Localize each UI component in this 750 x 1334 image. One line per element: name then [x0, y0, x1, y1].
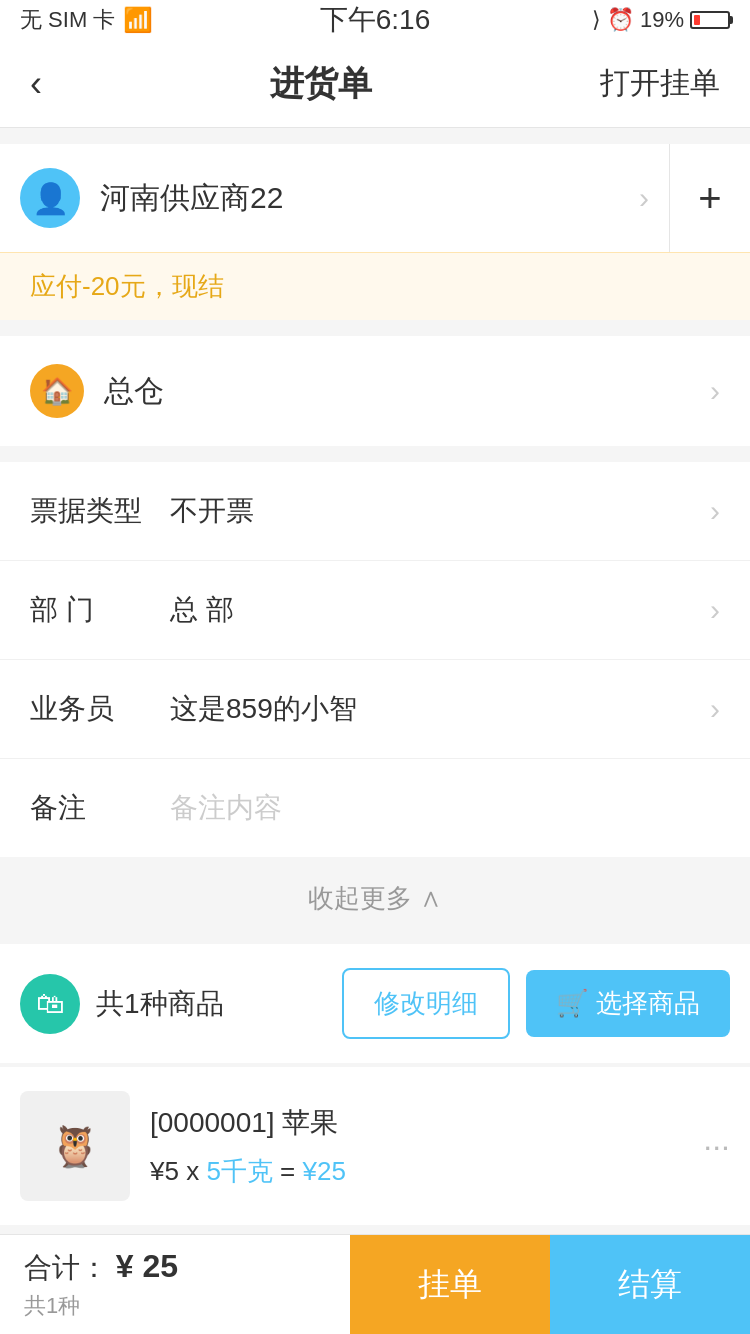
invoice-type-chevron: › [710, 494, 720, 528]
bottom-bar: 合计： ¥ 25 共1种 挂单 结算 [0, 1234, 750, 1334]
alarm-icon: ⏰ [607, 7, 634, 33]
page-title: 进货单 [270, 61, 372, 107]
department-row[interactable]: 部 门 总 部 › [0, 561, 750, 660]
products-header: 🛍 共1种商品 修改明细 🛒 选择商品 [0, 944, 750, 1063]
department-chevron: › [710, 593, 720, 627]
product-equals-symbol: = [280, 1156, 302, 1186]
status-time: 下午6:16 [320, 1, 431, 39]
nav-bar: ‹ 进货单 打开挂单 [0, 40, 750, 128]
edit-detail-button[interactable]: 修改明细 [342, 968, 510, 1039]
location-icon: ⟩ [592, 7, 601, 33]
salesperson-row[interactable]: 业务员 这是859的小智 › [0, 660, 750, 759]
status-bar: 无 SIM 卡 📶 下午6:16 ⟩ ⏰ 19% [0, 0, 750, 40]
alert-text: 应付-20元，现结 [30, 271, 224, 301]
department-label: 部 门 [30, 591, 150, 629]
product-code: [0000001] [150, 1107, 275, 1138]
remark-row[interactable]: 备注 备注内容 [0, 759, 750, 857]
cart-icon: 🛒 [556, 988, 588, 1019]
product-price: ¥5 x 5千克 = ¥25 [150, 1154, 683, 1189]
product-item: 🦉 [0000001] 苹果 ¥5 x 5千克 = ¥25 ··· [0, 1067, 750, 1225]
supplier-selector[interactable]: 👤 河南供应商22 › [0, 144, 670, 252]
supplier-avatar: 👤 [20, 168, 80, 228]
product-title: 苹果 [282, 1107, 338, 1138]
warehouse-row[interactable]: 🏠 总仓 › [0, 336, 750, 446]
warehouse-name: 总仓 [104, 371, 700, 412]
remark-input[interactable]: 备注内容 [150, 789, 720, 827]
product-multiply-symbol: x [186, 1156, 206, 1186]
open-suspend-button[interactable]: 打开挂单 [600, 63, 720, 104]
checkout-button[interactable]: 结算 [550, 1235, 750, 1334]
total-label: 合计： [24, 1252, 108, 1283]
salesperson-chevron: › [710, 692, 720, 726]
product-unit-price: ¥5 [150, 1156, 179, 1186]
suspend-button[interactable]: 挂单 [350, 1235, 550, 1334]
product-name: [0000001] 苹果 [150, 1104, 683, 1142]
avatar-icon: 👤 [32, 181, 69, 216]
collapse-label: 收起更多 ∧ [308, 883, 441, 913]
form-section: 票据类型 不开票 › 部 门 总 部 › 业务员 这是859的小智 › 备注 备… [0, 462, 750, 857]
salesperson-label: 业务员 [30, 690, 150, 728]
product-more-button[interactable]: ··· [703, 1128, 730, 1165]
wifi-icon: 📶 [123, 6, 153, 34]
sim-label: 无 SIM 卡 [20, 5, 115, 35]
battery-percent: 19% [640, 7, 684, 33]
product-total: ¥25 [303, 1156, 346, 1186]
back-button[interactable]: ‹ [30, 63, 42, 105]
total-section: 合计： ¥ 25 共1种 [0, 1235, 350, 1334]
remark-label: 备注 [30, 789, 150, 827]
product-quantity: 5千克 [206, 1156, 272, 1186]
status-right: ⟩ ⏰ 19% [592, 7, 730, 33]
warehouse-icon: 🏠 [30, 364, 84, 418]
more-icon: ··· [703, 1128, 730, 1165]
product-info: [0000001] 苹果 ¥5 x 5千克 = ¥25 [150, 1104, 683, 1189]
invoice-type-value: 不开票 [150, 492, 700, 530]
product-placeholder-icon: 🦉 [50, 1123, 100, 1170]
warehouse-chevron-icon: › [710, 374, 720, 408]
product-thumbnail: 🦉 [20, 1091, 130, 1201]
add-supplier-button[interactable]: + [670, 144, 750, 252]
total-sub: 共1种 [24, 1291, 326, 1321]
alert-row: 应付-20元，现结 [0, 252, 750, 320]
separator-1 [0, 128, 750, 144]
invoice-type-row[interactable]: 票据类型 不开票 › [0, 462, 750, 561]
supplier-name: 河南供应商22 [100, 178, 629, 219]
supplier-section: 👤 河南供应商22 › + [0, 144, 750, 252]
products-icon: 🛍 [20, 974, 80, 1034]
status-left: 无 SIM 卡 📶 [20, 5, 153, 35]
select-product-label: 选择商品 [596, 986, 700, 1021]
warehouse-icon-symbol: 🏠 [41, 376, 73, 407]
salesperson-value: 这是859的小智 [150, 690, 700, 728]
products-icon-symbol: 🛍 [36, 987, 64, 1020]
battery-icon [690, 11, 730, 29]
total-amount: ¥ 25 [116, 1248, 178, 1284]
products-count: 共1种商品 [96, 985, 326, 1023]
collapse-row[interactable]: 收起更多 ∧ [0, 857, 750, 940]
chevron-right-icon: › [639, 181, 649, 215]
department-value: 总 部 [150, 591, 700, 629]
select-product-button[interactable]: 🛒 选择商品 [526, 970, 730, 1037]
invoice-type-label: 票据类型 [30, 492, 150, 530]
total-line: 合计： ¥ 25 [24, 1248, 326, 1287]
